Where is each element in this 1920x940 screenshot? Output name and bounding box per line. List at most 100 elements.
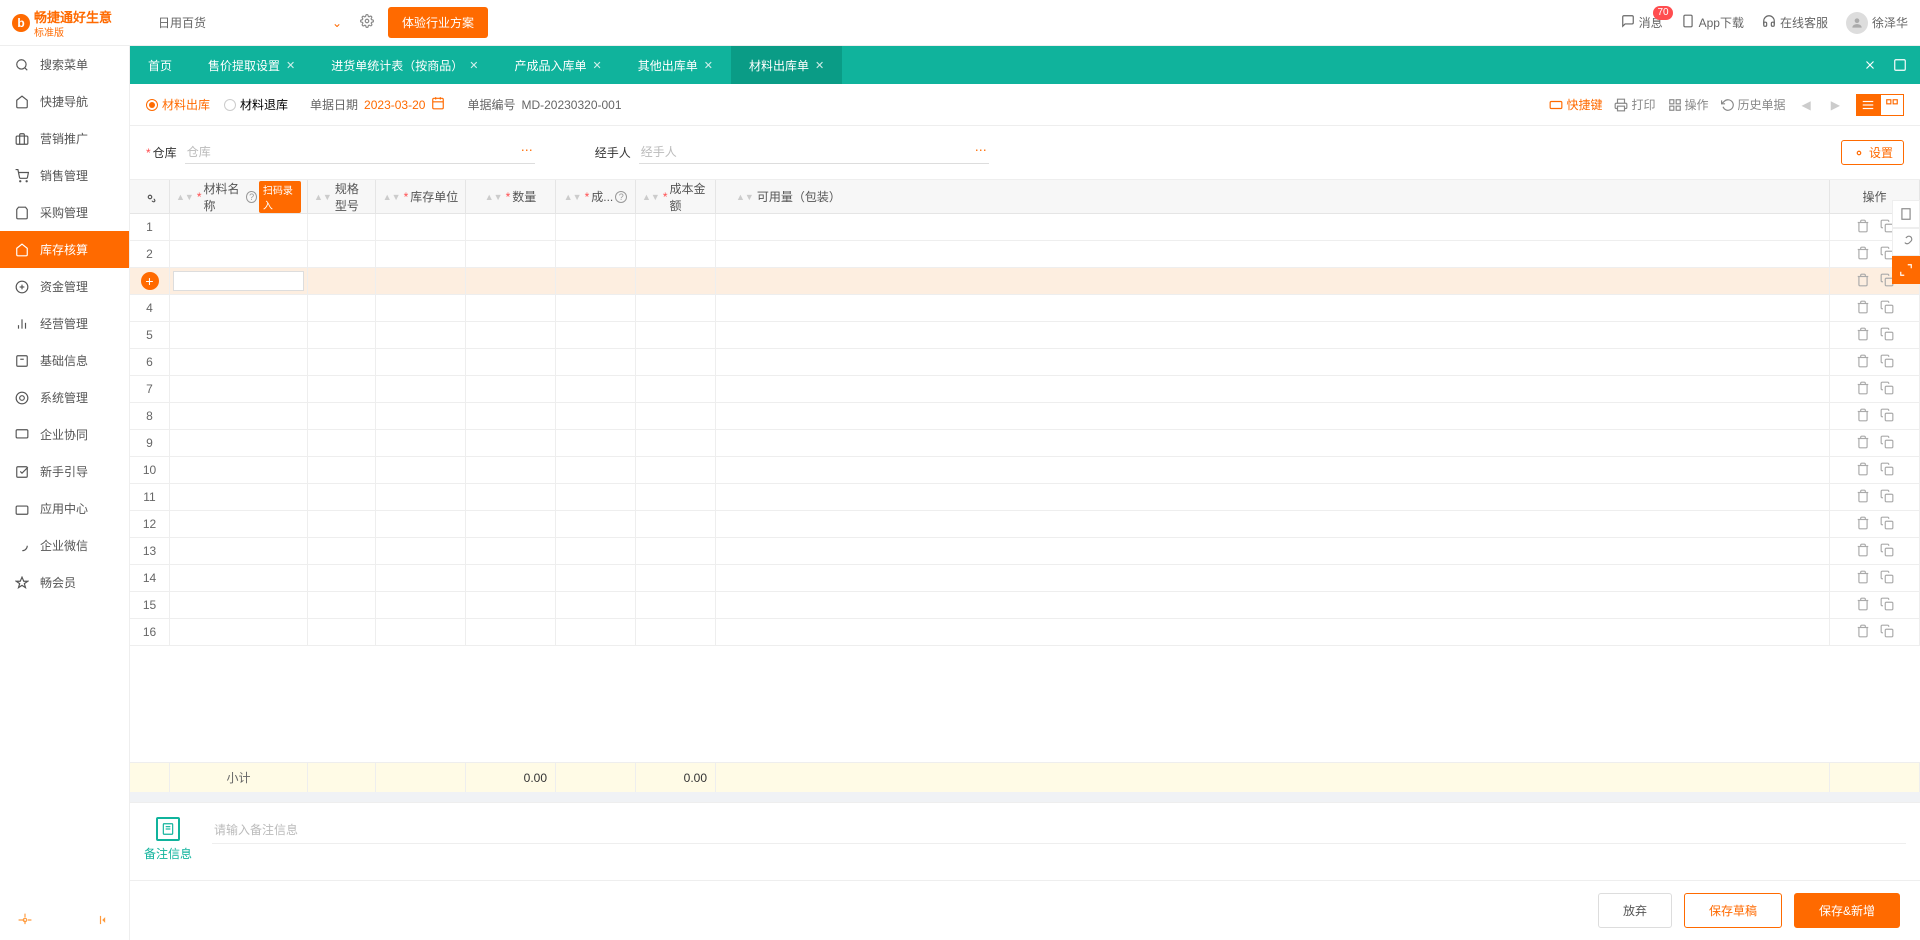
cell-unit[interactable] [376,592,466,618]
delete-icon[interactable] [1856,516,1870,533]
table-row[interactable]: 13 [130,538,1920,565]
sidebar-item-14[interactable]: 畅会员 [0,564,129,601]
messages-button[interactable]: 消息 70 [1621,14,1663,31]
table-row[interactable]: 6 [130,349,1920,376]
cell-qty[interactable] [466,430,556,456]
tab-0[interactable]: 首页 [130,46,190,84]
cell-qty[interactable] [466,403,556,429]
cta-button[interactable]: 体验行业方案 [388,7,488,38]
cell-total[interactable] [636,241,716,267]
table-row[interactable]: 9 [130,430,1920,457]
cell-qty[interactable] [466,214,556,240]
cell-avail[interactable] [716,619,1830,645]
cell-total[interactable] [636,376,716,402]
table-row[interactable]: 16 [130,619,1920,646]
cell-cost[interactable] [556,349,636,375]
table-row[interactable]: 11 [130,484,1920,511]
sidebar-item-9[interactable]: 系统管理 [0,379,129,416]
cell-unit[interactable] [376,349,466,375]
save-draft-button[interactable]: 保存草稿 [1684,893,1782,928]
online-service-button[interactable]: 在线客服 [1762,14,1828,31]
cell-avail[interactable] [716,241,1830,267]
cell-cost[interactable] [556,592,636,618]
copy-icon[interactable] [1880,489,1894,506]
dock-note-icon[interactable] [1892,200,1920,228]
th-unit[interactable]: ▲▼ *库存单位 [376,180,466,213]
cell-cost[interactable] [556,214,636,240]
cell-total[interactable] [636,592,716,618]
copy-icon[interactable] [1880,597,1894,614]
cell-qty[interactable] [466,349,556,375]
cell-spec[interactable] [308,403,376,429]
cell-avail[interactable] [716,430,1830,456]
sidebar-item-4[interactable]: 采购管理 [0,194,129,231]
category-select[interactable]: 日用百货 ⌄ [150,10,350,35]
copy-icon[interactable] [1880,300,1894,317]
cell-total[interactable] [636,565,716,591]
delete-icon[interactable] [1856,408,1870,425]
tab-2[interactable]: 进货单统计表（按商品）✕ [313,46,496,84]
cell-name[interactable] [170,268,308,294]
cell-cost[interactable] [556,376,636,402]
cell-spec[interactable] [308,619,376,645]
cell-qty[interactable] [466,268,556,294]
cell-qty[interactable] [466,619,556,645]
cell-cost[interactable] [556,403,636,429]
cell-avail[interactable] [716,565,1830,591]
delete-icon[interactable] [1856,462,1870,479]
cell-spec[interactable] [308,214,376,240]
delete-icon[interactable] [1856,597,1870,614]
delete-icon[interactable] [1856,543,1870,560]
copy-icon[interactable] [1880,327,1894,344]
cell-qty[interactable] [466,592,556,618]
cell-unit[interactable] [376,457,466,483]
close-icon[interactable]: ✕ [704,59,713,72]
cell-total[interactable] [636,484,716,510]
cell-avail[interactable] [716,376,1830,402]
copy-icon[interactable] [1880,624,1894,641]
cell-qty[interactable] [466,565,556,591]
dock-expand-icon[interactable] [1892,256,1920,284]
cell-avail[interactable] [716,511,1830,537]
delete-icon[interactable] [1856,300,1870,317]
cell-name[interactable] [170,241,308,267]
cell-name[interactable] [170,322,308,348]
table-row[interactable]: 4 [130,295,1920,322]
help-icon[interactable]: ? [615,191,627,203]
delete-icon[interactable] [1856,219,1870,236]
delete-icon[interactable] [1856,381,1870,398]
cell-spec[interactable] [308,349,376,375]
tab-5[interactable]: 材料出库单✕ [731,46,842,84]
cell-cost[interactable] [556,241,636,267]
cell-name[interactable] [170,538,308,564]
handler-input[interactable] [639,141,989,164]
cell-name[interactable] [170,403,308,429]
sidebar-item-0[interactable]: 搜索菜单 [0,46,129,83]
cell-name[interactable] [170,619,308,645]
cell-total[interactable] [636,430,716,456]
th-spec[interactable]: ▲▼ 规格型号 [308,180,376,213]
cell-cost[interactable] [556,295,636,321]
cell-spec[interactable] [308,376,376,402]
table-row[interactable]: 15 [130,592,1920,619]
remark-input[interactable] [212,817,1906,844]
cell-unit[interactable] [376,322,466,348]
th-total[interactable]: ▲▼ *成本金额 [636,180,716,213]
cell-name[interactable] [170,565,308,591]
cell-qty[interactable] [466,376,556,402]
cell-total[interactable] [636,403,716,429]
cell-avail[interactable] [716,484,1830,510]
radio-material-out[interactable]: 材料出库 [146,96,210,113]
cell-avail[interactable] [716,268,1830,294]
table-row[interactable]: 1 [130,214,1920,241]
close-icon[interactable]: ✕ [815,59,824,72]
column-config-button[interactable] [130,180,170,213]
cell-avail[interactable] [716,322,1830,348]
cell-total[interactable] [636,538,716,564]
sidebar-item-1[interactable]: 快捷导航 [0,83,129,120]
cell-unit[interactable] [376,376,466,402]
cell-avail[interactable] [716,403,1830,429]
delete-icon[interactable] [1856,354,1870,371]
table-row[interactable]: 2 [130,241,1920,268]
cell-total[interactable] [636,619,716,645]
